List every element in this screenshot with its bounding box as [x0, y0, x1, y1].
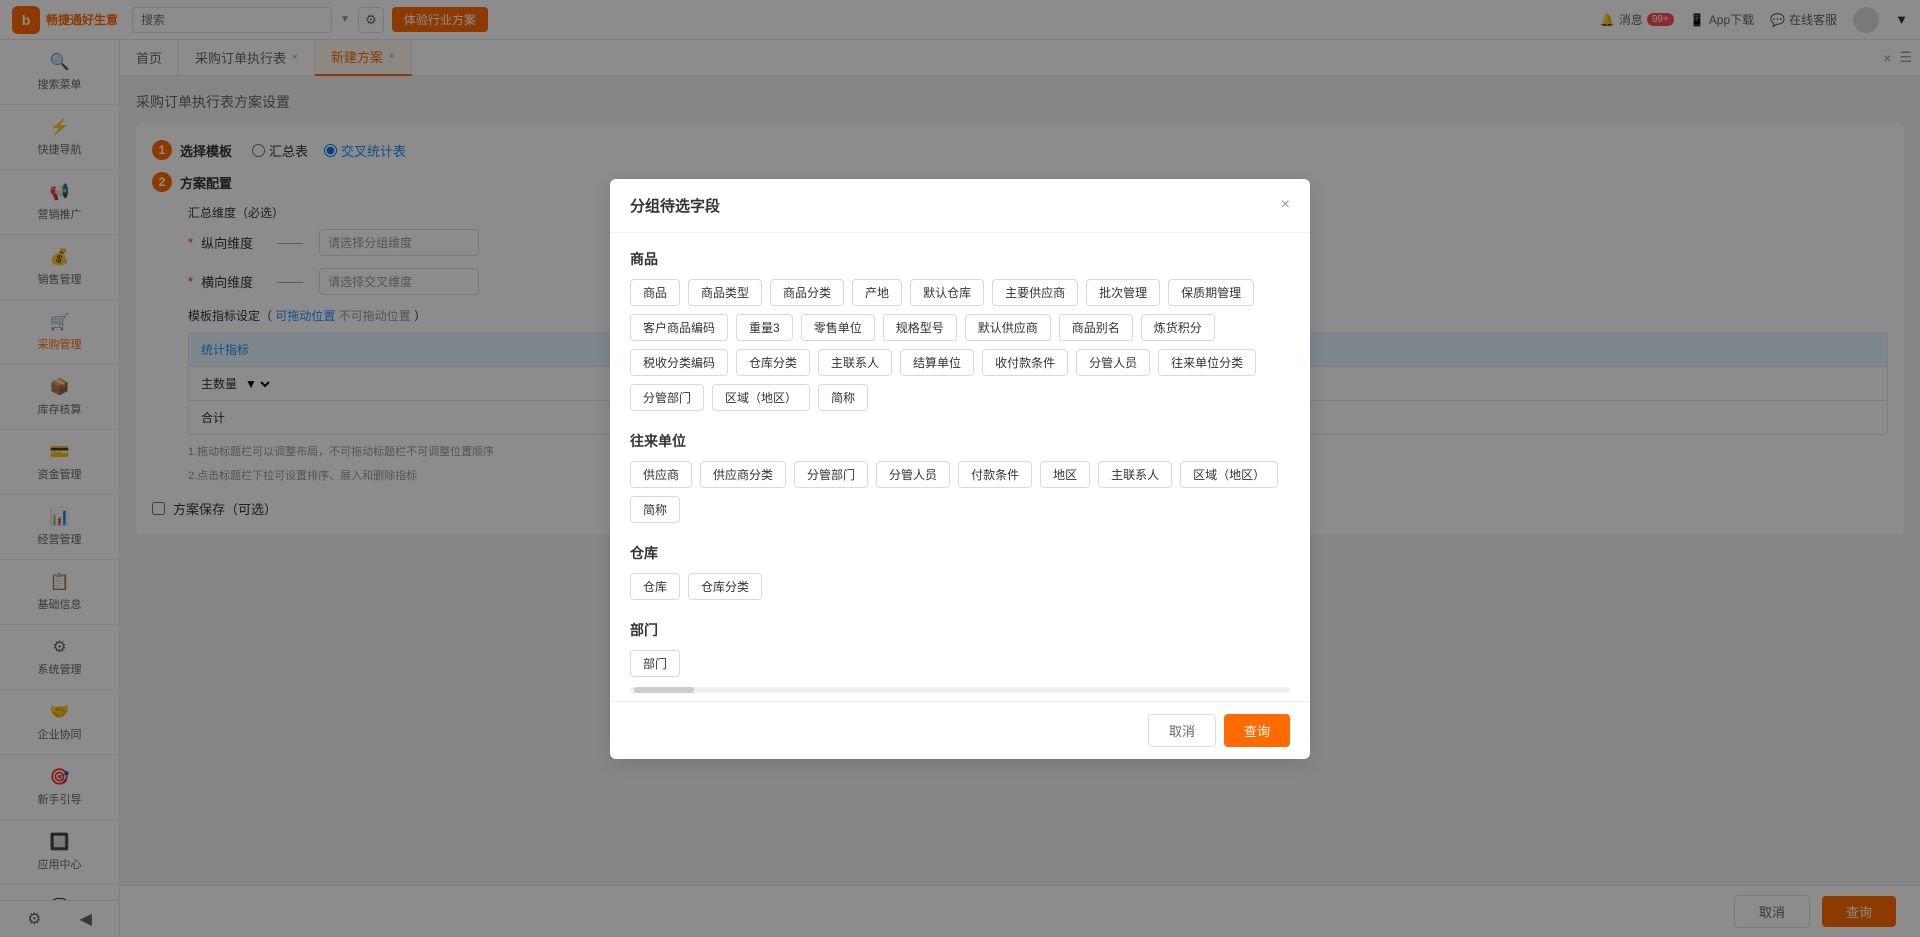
field-tag[interactable]: 部门	[630, 650, 680, 677]
field-tag[interactable]: 分管人员	[1076, 349, 1150, 376]
field-group-title: 部门	[630, 620, 1290, 640]
scrollbar-thumb	[634, 687, 694, 693]
field-tag[interactable]: 分管部门	[794, 461, 868, 488]
field-tag[interactable]: 仓库分类	[688, 573, 762, 600]
field-tag[interactable]: 仓库分类	[736, 349, 810, 376]
field-tag[interactable]: 主联系人	[1098, 461, 1172, 488]
field-tag[interactable]: 税收分类编码	[630, 349, 728, 376]
field-tags-warehouse: 仓库 仓库分类	[630, 573, 1290, 600]
field-tag[interactable]: 商品类型	[688, 279, 762, 306]
field-tag[interactable]: 往来单位分类	[1158, 349, 1256, 376]
field-tag[interactable]: 区域（地区）	[1180, 461, 1278, 488]
field-group-partner: 往来单位 供应商 供应商分类 分管部门 分管人员 付款条件 地区 主联系人 区域…	[630, 431, 1290, 523]
modal-body: 商品 商品 商品类型 商品分类 产地 默认仓库 主要供应商 批次管理 保质期管理…	[610, 233, 1310, 687]
field-group-title: 仓库	[630, 543, 1290, 563]
field-tag[interactable]: 商品	[630, 279, 680, 306]
field-tag[interactable]: 主联系人	[818, 349, 892, 376]
field-tag[interactable]: 分管部门	[630, 384, 704, 411]
field-tag[interactable]: 产地	[852, 279, 902, 306]
field-tag[interactable]: 简称	[630, 496, 680, 523]
field-tag[interactable]: 保质期管理	[1168, 279, 1254, 306]
field-tag[interactable]: 地区	[1040, 461, 1090, 488]
field-tag[interactable]: 供应商分类	[700, 461, 786, 488]
field-tag[interactable]: 规格型号	[883, 314, 957, 341]
modal-overlay[interactable]: 分组待选字段 × 商品 商品 商品类型 商品分类 产地 默认仓库 主要供应商 批…	[0, 0, 1920, 937]
field-tag[interactable]: 结算单位	[900, 349, 974, 376]
modal-horizontal-scrollbar[interactable]	[630, 687, 1290, 693]
field-tag[interactable]: 默认供应商	[965, 314, 1051, 341]
modal-footer: 取消 查询	[610, 701, 1310, 759]
field-tags-partner: 供应商 供应商分类 分管部门 分管人员 付款条件 地区 主联系人 区域（地区） …	[630, 461, 1290, 523]
modal-cancel-button[interactable]: 取消	[1148, 714, 1216, 747]
field-tag[interactable]: 默认仓库	[910, 279, 984, 306]
field-tag[interactable]: 批次管理	[1086, 279, 1160, 306]
field-tag[interactable]: 分管人员	[876, 461, 950, 488]
field-tag[interactable]: 炼货积分	[1141, 314, 1215, 341]
field-group-title: 往来单位	[630, 431, 1290, 451]
field-tags-product: 商品 商品类型 商品分类 产地 默认仓库 主要供应商 批次管理 保质期管理 客户…	[630, 279, 1290, 411]
field-tag[interactable]: 供应商	[630, 461, 692, 488]
field-tag[interactable]: 商品别名	[1059, 314, 1133, 341]
modal: 分组待选字段 × 商品 商品 商品类型 商品分类 产地 默认仓库 主要供应商 批…	[610, 179, 1310, 759]
field-tag[interactable]: 付款条件	[958, 461, 1032, 488]
modal-header: 分组待选字段 ×	[610, 179, 1310, 233]
field-tag[interactable]: 主要供应商	[992, 279, 1078, 306]
field-tag[interactable]: 商品分类	[770, 279, 844, 306]
field-group-title: 商品	[630, 249, 1290, 269]
field-tags-dept: 部门	[630, 650, 1290, 677]
field-tag[interactable]: 简称	[818, 384, 868, 411]
field-tag[interactable]: 零售单位	[801, 314, 875, 341]
modal-confirm-button[interactable]: 查询	[1224, 714, 1290, 747]
modal-title: 分组待选字段	[630, 195, 720, 216]
field-tag[interactable]: 收付款条件	[982, 349, 1068, 376]
field-group-product: 商品 商品 商品类型 商品分类 产地 默认仓库 主要供应商 批次管理 保质期管理…	[630, 249, 1290, 411]
field-tag[interactable]: 区域（地区）	[712, 384, 810, 411]
field-group-warehouse: 仓库 仓库 仓库分类	[630, 543, 1290, 600]
field-tag[interactable]: 重量3	[736, 314, 793, 341]
field-tag[interactable]: 客户商品编码	[630, 314, 728, 341]
field-tag[interactable]: 仓库	[630, 573, 680, 600]
field-group-dept: 部门 部门	[630, 620, 1290, 677]
modal-close-button[interactable]: ×	[1281, 196, 1290, 214]
